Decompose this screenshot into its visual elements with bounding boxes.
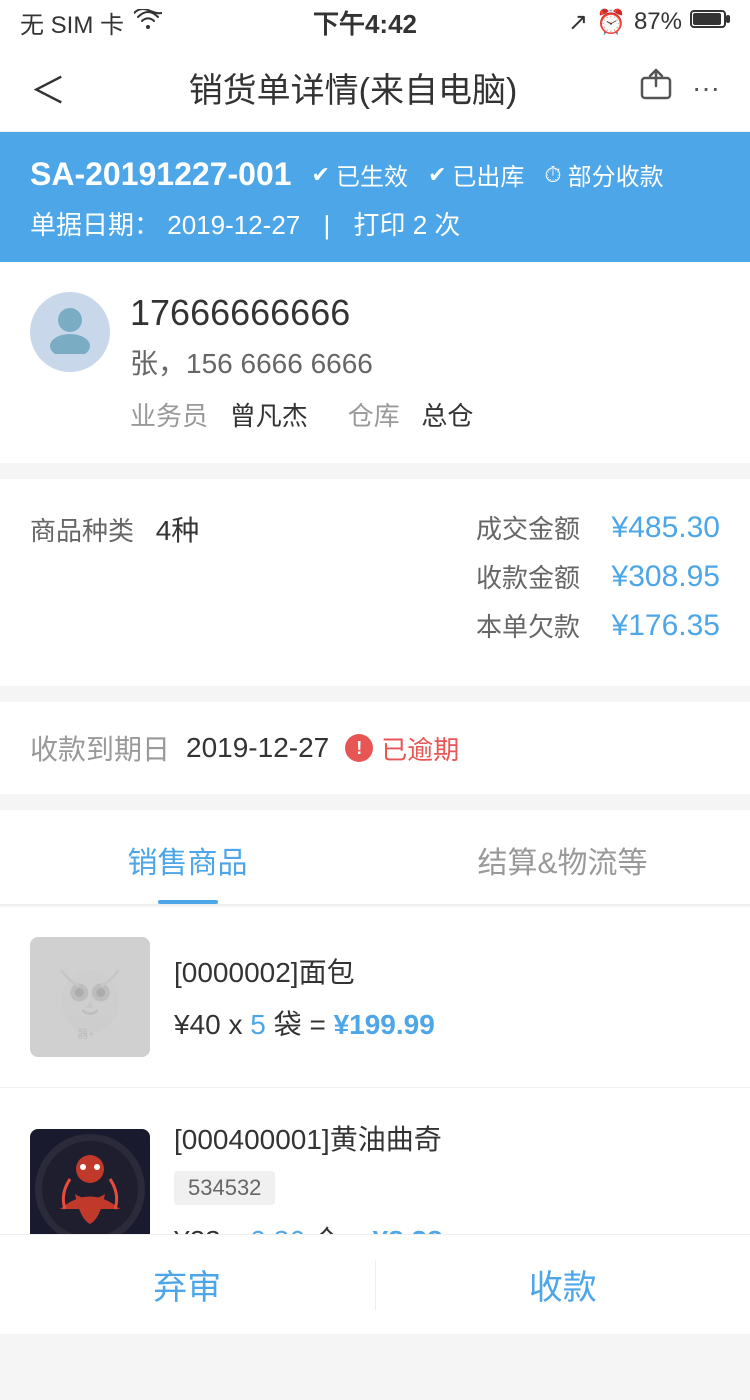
deal-row: 成交金额 ¥485.30 xyxy=(476,509,720,546)
location-icon: ↗ xyxy=(568,8,588,37)
overdue-dot-icon: ! xyxy=(345,734,373,762)
product-price-1: ¥40 x 5 袋 = ¥199.99 xyxy=(174,1003,720,1043)
battery-text: 87% xyxy=(634,8,682,36)
battery-icon xyxy=(690,8,730,36)
status-badge-1: ✔ 已生效 xyxy=(312,157,408,192)
order-date: 单据日期： 2019-12-27 | 打印 2 次 xyxy=(30,205,720,242)
share-button[interactable] xyxy=(640,68,672,107)
stats-right: 成交金额 ¥485.30 收款金额 ¥308.95 本单欠款 ¥176.35 xyxy=(476,509,720,656)
customer-info: 17666666666 张，156 6666 6666 业务员 曾凡杰 仓库 总… xyxy=(130,292,720,433)
cancel-button[interactable]: 弃审 xyxy=(0,1235,375,1334)
status-bar: 无 SIM 卡 下午4:42 ↗ ⏰ 87% xyxy=(0,0,750,44)
avatar xyxy=(30,292,110,372)
customer-name-phone: 张，156 6666 6666 xyxy=(130,342,720,382)
bottom-bar: 弃审 收款 xyxy=(0,1234,750,1334)
customer-meta: 业务员 曾凡杰 仓库 总仓 xyxy=(130,396,720,433)
status-time: 下午4:42 xyxy=(313,4,417,41)
product-info-1: [0000002]面包 ¥40 x 5 袋 = ¥199.99 xyxy=(174,951,720,1043)
received-row: 收款金额 ¥308.95 xyxy=(476,558,720,595)
wifi-icon xyxy=(134,8,162,36)
product-sku-2: 534532 xyxy=(174,1171,275,1205)
debt-row: 本单欠款 ¥176.35 xyxy=(476,607,720,644)
due-date: 2019-12-27 xyxy=(186,732,329,764)
product-thumbnail-2 xyxy=(30,1129,150,1249)
order-id: SA-20191227-001 xyxy=(30,156,292,193)
tab-settlement[interactable]: 结算&物流等 xyxy=(375,810,750,904)
tab-products[interactable]: 销售商品 xyxy=(0,810,375,904)
avatar-icon xyxy=(42,298,98,366)
customer-id: 17666666666 xyxy=(130,292,720,334)
alarm-icon: ⏰ xyxy=(596,8,626,37)
page-title: 销货单详情(来自电脑) xyxy=(189,63,518,112)
status-badge-3: ⏱ 部分收款 xyxy=(544,157,663,192)
more-button[interactable]: ··· xyxy=(692,72,720,104)
confirm-button[interactable]: 收款 xyxy=(376,1235,750,1334)
customer-section: 17666666666 张，156 6666 6666 业务员 曾凡杰 仓库 总… xyxy=(0,262,750,463)
product-name-2: [000400001]黄油曲奇 xyxy=(174,1118,720,1158)
product-list: 器+ [0000002]面包 ¥40 x 5 袋 = ¥199.99 xyxy=(0,907,750,1290)
back-button[interactable]: ＜ xyxy=(30,62,66,114)
category-count: 4种 xyxy=(156,515,200,546)
nav-icons: ··· xyxy=(640,68,720,107)
status-left: 无 SIM 卡 xyxy=(20,5,162,40)
sales-name: 曾凡杰 xyxy=(230,401,308,431)
overdue-badge: ! 已逾期 xyxy=(345,730,459,767)
warehouse-name: 总仓 xyxy=(421,401,473,431)
status-right: ↗ ⏰ 87% xyxy=(568,8,730,37)
product-name-1: [0000002]面包 xyxy=(174,951,720,991)
received-value: ¥308.95 xyxy=(600,560,720,594)
product-thumbnail-1: 器+ xyxy=(30,937,150,1057)
due-label: 收款到期日 xyxy=(30,728,170,768)
list-item: 器+ [0000002]面包 ¥40 x 5 袋 = ¥199.99 xyxy=(0,907,750,1088)
status-badge-2: ✔ 已出库 xyxy=(428,157,524,192)
nav-bar: ＜ 销货单详情(来自电脑) ··· xyxy=(0,44,750,132)
stats-left: 商品种类 4种 xyxy=(30,509,199,549)
order-banner: SA-20191227-001 ✔ 已生效 ✔ 已出库 ⏱ 部分收款 单据日期：… xyxy=(0,132,750,262)
tabs: 销售商品 结算&物流等 xyxy=(0,810,750,905)
debt-value: ¥176.35 xyxy=(600,609,720,643)
due-section: 收款到期日 2019-12-27 ! 已逾期 xyxy=(0,702,750,794)
stats-section: 商品种类 4种 成交金额 ¥485.30 收款金额 ¥308.95 本单欠款 ¥… xyxy=(0,479,750,686)
deal-value: ¥485.30 xyxy=(600,511,720,545)
carrier-text: 无 SIM 卡 xyxy=(20,5,124,40)
svg-text:器+: 器+ xyxy=(77,1029,94,1041)
overdue-text: 已逾期 xyxy=(381,730,459,767)
